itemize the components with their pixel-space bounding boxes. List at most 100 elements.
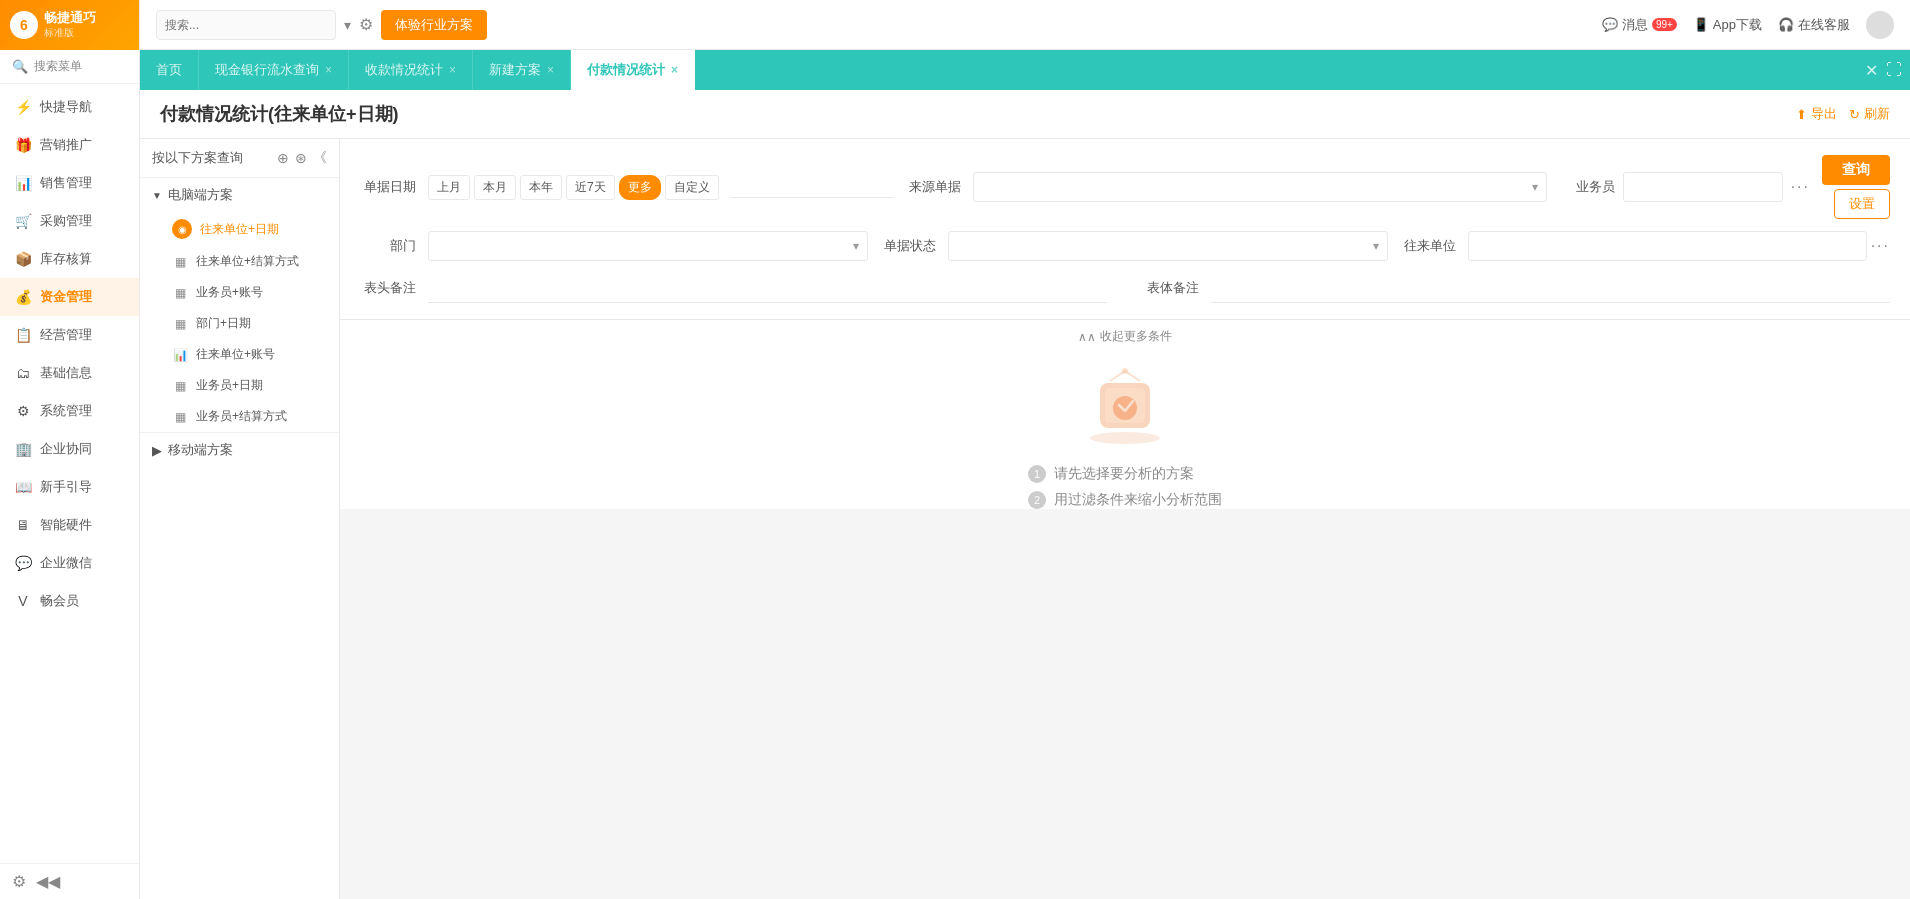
- this-year-btn[interactable]: 本年: [520, 175, 562, 200]
- refresh-action[interactable]: ↻ 刷新: [1849, 105, 1890, 123]
- app-download-label: App下载: [1713, 16, 1762, 34]
- collapse-bar[interactable]: ∧∧ 收起更多条件: [340, 320, 1910, 353]
- scheme-add-btn[interactable]: ⊕: [277, 150, 289, 166]
- scheme-item-dept-date[interactable]: ▦ 部门+日期: [140, 308, 339, 339]
- header-gear-icon[interactable]: ⚙: [359, 15, 373, 34]
- last-month-btn[interactable]: 上月: [428, 175, 470, 200]
- custom-date-btn[interactable]: 自定义: [665, 175, 719, 200]
- scheme-icon-salesman-account: ▦: [172, 285, 188, 301]
- receipt-stats-tab-close[interactable]: ×: [449, 63, 456, 77]
- salesman-dots[interactable]: ···: [1791, 178, 1810, 196]
- search-icon: 🔍: [12, 59, 28, 74]
- table-header-note-input[interactable]: [428, 273, 1107, 303]
- tab-bar-right: ✕ ⛶: [1857, 50, 1910, 90]
- user-avatar[interactable]: [1866, 11, 1894, 39]
- scheme-item-partner-account[interactable]: 📊 往来单位+账号: [140, 339, 339, 370]
- refresh-icon: ↻: [1849, 107, 1860, 122]
- scheme-item-salesman-settle[interactable]: ▦ 业务员+结算方式: [140, 401, 339, 432]
- scheme-collapse-btn[interactable]: 《: [313, 149, 327, 167]
- purchase-label: 采购管理: [40, 212, 92, 230]
- tab-new-scheme[interactable]: 新建方案 ×: [473, 50, 571, 90]
- scheme-group-desktop-title[interactable]: ▼ 电脑端方案: [140, 178, 339, 212]
- hardware-label: 智能硬件: [40, 516, 92, 534]
- bill-status-label: 单据状态: [880, 237, 936, 255]
- tab-payment-stats[interactable]: 付款情况统计 ×: [571, 50, 695, 90]
- scheme-item-salesman-date[interactable]: ▦ 业务员+日期: [140, 370, 339, 401]
- sidebar-item-sales[interactable]: 📊 销售管理: [0, 164, 139, 202]
- receipt-stats-tab-label: 收款情况统计: [365, 61, 443, 79]
- sidebar-item-hardware[interactable]: 🖥 智能硬件: [0, 506, 139, 544]
- export-action[interactable]: ⬆ 导出: [1796, 105, 1837, 123]
- top-search-input[interactable]: [156, 10, 336, 40]
- notifications-badge: 99+: [1652, 18, 1677, 31]
- table-body-note-input[interactable]: [1211, 273, 1890, 303]
- sidebar-logo: 6 畅捷通巧 标准版: [0, 0, 139, 50]
- scheme-settings-btn[interactable]: ⊛: [295, 150, 307, 166]
- collapse-sidebar-icon[interactable]: ◀◀: [36, 872, 60, 891]
- tip-num-1: 1: [1028, 465, 1046, 483]
- scheme-group-mobile-title[interactable]: ▶ 移动端方案: [140, 432, 339, 467]
- app-download[interactable]: 📱 App下载: [1693, 16, 1762, 34]
- partner-dots[interactable]: ···: [1871, 237, 1890, 255]
- payment-stats-tab-close[interactable]: ×: [671, 63, 678, 77]
- page-header-actions: ⬆ 导出 ↻ 刷新: [1796, 105, 1890, 123]
- tab-close-all-icon[interactable]: ✕: [1865, 61, 1878, 80]
- partner-select[interactable]: [1468, 231, 1867, 261]
- sidebar-item-wechat[interactable]: 💬 企业微信: [0, 544, 139, 582]
- export-icon: ⬆: [1796, 107, 1807, 122]
- quick-nav-label: 快捷导航: [40, 98, 92, 116]
- sidebar-item-enterprise[interactable]: 🏢 企业协同: [0, 430, 139, 468]
- tab-bank-flow[interactable]: 现金银行流水查询 ×: [199, 50, 349, 90]
- sidebar-item-guide[interactable]: 📖 新手引导: [0, 468, 139, 506]
- logo-text: 畅捷通巧 标准版: [44, 10, 96, 40]
- sidebar-item-marketing[interactable]: 🎁 营销推广: [0, 126, 139, 164]
- this-month-btn[interactable]: 本月: [474, 175, 516, 200]
- last-7-days-btn[interactable]: 近7天: [566, 175, 615, 200]
- sidebar-item-basic[interactable]: 🗂 基础信息: [0, 354, 139, 392]
- tab-maximize-icon[interactable]: ⛶: [1886, 61, 1902, 79]
- sidebar-item-quick-nav[interactable]: ⚡ 快捷导航: [0, 88, 139, 126]
- date-range-input[interactable]: 2022-01-01 至 2022-12-31: [731, 177, 893, 198]
- filter-row-2: 部门 ▾ 单据状态 ▾ 往来单位: [360, 231, 1890, 261]
- sidebar-item-finance[interactable]: 💰 资金管理: [0, 278, 139, 316]
- salesman-select[interactable]: [1623, 172, 1783, 202]
- sidebar-item-inventory[interactable]: 📦 库存核算: [0, 240, 139, 278]
- sidebar-search[interactable]: 🔍 搜索菜单: [0, 50, 139, 84]
- settings-btn[interactable]: 设置: [1834, 189, 1890, 219]
- notifications[interactable]: 💬 消息 99+: [1602, 16, 1677, 34]
- scheme-item-salesman-account[interactable]: ▦ 业务员+账号: [140, 277, 339, 308]
- scheme-item-salesman-date-label: 业务员+日期: [196, 377, 263, 394]
- scheme-item-partner-settle[interactable]: ▦ 往来单位+结算方式: [140, 246, 339, 277]
- experience-btn[interactable]: 体验行业方案: [381, 10, 487, 40]
- scheme-icon-dept-date: ▦: [172, 316, 188, 332]
- top-header-left: ▾ ⚙ 体验行业方案: [156, 10, 1592, 40]
- scheme-sidebar-header: 按以下方案查询 ⊕ ⊛ 《: [140, 139, 339, 178]
- dept-select[interactable]: ▾: [428, 231, 868, 261]
- tab-home[interactable]: 首页: [140, 50, 199, 90]
- collapse-up-icon: ∧∧: [1078, 330, 1096, 344]
- scheme-item-partner-settle-label: 往来单位+结算方式: [196, 253, 299, 270]
- sidebar-item-system[interactable]: ⚙ 系统管理: [0, 392, 139, 430]
- sidebar-item-operation[interactable]: 📋 经营管理: [0, 316, 139, 354]
- tab-receipt-stats[interactable]: 收款情况统计 ×: [349, 50, 473, 90]
- dropdown-arrow-icon[interactable]: ▾: [344, 17, 351, 33]
- content-area: 付款情况统计(往来单位+日期) ⬆ 导出 ↻ 刷新 按以下方案查询 ⊕: [140, 90, 1910, 899]
- bank-flow-tab-close[interactable]: ×: [325, 63, 332, 77]
- svg-point-0: [1090, 432, 1160, 444]
- settings-footer-icon[interactable]: ⚙: [12, 872, 26, 891]
- new-scheme-tab-close[interactable]: ×: [547, 63, 554, 77]
- scheme-active-icon: ◉: [172, 219, 192, 239]
- more-dates-btn[interactable]: 更多: [619, 175, 661, 200]
- query-btn[interactable]: 查询: [1822, 155, 1890, 185]
- tip-text-1: 请先选择要分析的方案: [1054, 465, 1194, 483]
- sidebar-item-member[interactable]: V 畅会员: [0, 582, 139, 620]
- source-bill-select[interactable]: ▾: [973, 172, 1547, 202]
- tab-bar: 首页 现金银行流水查询 × 收款情况统计 × 新建方案 × 付款情况统计 × ✕…: [140, 50, 1910, 90]
- bill-status-select[interactable]: ▾: [948, 231, 1388, 261]
- finance-icon: 💰: [14, 289, 32, 305]
- home-tab-label: 首页: [156, 61, 182, 79]
- online-service[interactable]: 🎧 在线客服: [1778, 16, 1850, 34]
- sidebar-item-purchase[interactable]: 🛒 采购管理: [0, 202, 139, 240]
- scheme-item-partner-date[interactable]: ◉ 往来单位+日期: [140, 212, 339, 246]
- empty-tip-2: 2 用过滤条件来缩小分析范围: [1028, 491, 1222, 509]
